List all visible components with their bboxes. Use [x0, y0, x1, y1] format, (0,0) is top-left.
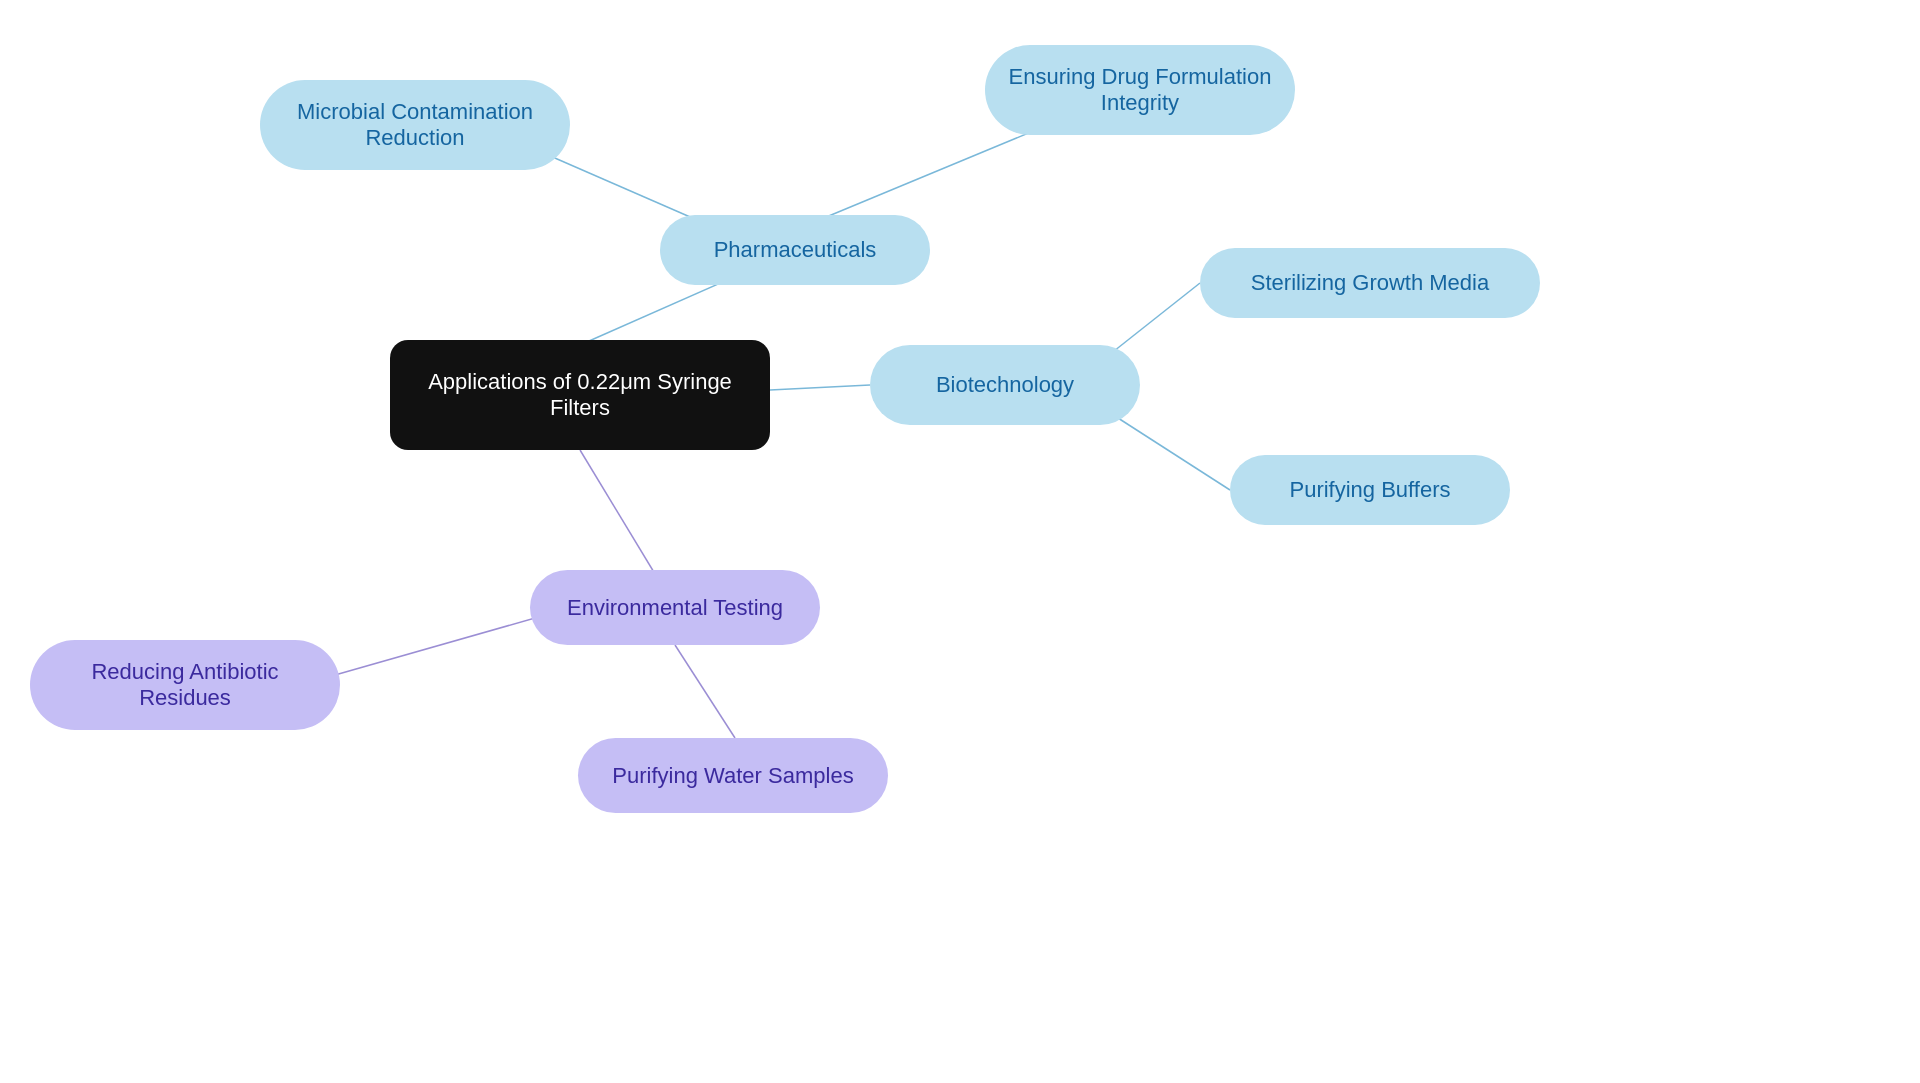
purifying-water-label: Purifying Water Samples [612, 763, 853, 789]
pharmaceuticals-node: Pharmaceuticals [660, 215, 930, 285]
biotechnology-label: Biotechnology [936, 372, 1074, 398]
svg-line-8 [675, 645, 735, 738]
center-node: Applications of 0.22μm Syringe Filters [390, 340, 770, 450]
microbial-node: Microbial Contamination Reduction [260, 80, 570, 170]
environmental-node: Environmental Testing [530, 570, 820, 645]
svg-line-3 [770, 385, 870, 390]
sterilizing-label: Sterilizing Growth Media [1251, 270, 1489, 296]
antibiotic-label: Reducing Antibiotic Residues [52, 659, 318, 711]
drug-formulation-node: Ensuring Drug Formulation Integrity [985, 45, 1295, 135]
biotechnology-node: Biotechnology [870, 345, 1140, 425]
environmental-label: Environmental Testing [567, 595, 783, 621]
drug-formulation-label: Ensuring Drug Formulation Integrity [1007, 64, 1273, 116]
purifying-water-node: Purifying Water Samples [578, 738, 888, 813]
purifying-buffers-node: Purifying Buffers [1230, 455, 1510, 525]
pharmaceuticals-label: Pharmaceuticals [714, 237, 877, 263]
center-label: Applications of 0.22μm Syringe Filters [412, 369, 748, 421]
purifying-buffers-label: Purifying Buffers [1289, 477, 1450, 503]
microbial-label: Microbial Contamination Reduction [282, 99, 548, 151]
svg-line-1 [795, 120, 1060, 230]
sterilizing-node: Sterilizing Growth Media [1200, 248, 1540, 318]
antibiotic-node: Reducing Antibiotic Residues [30, 640, 340, 730]
